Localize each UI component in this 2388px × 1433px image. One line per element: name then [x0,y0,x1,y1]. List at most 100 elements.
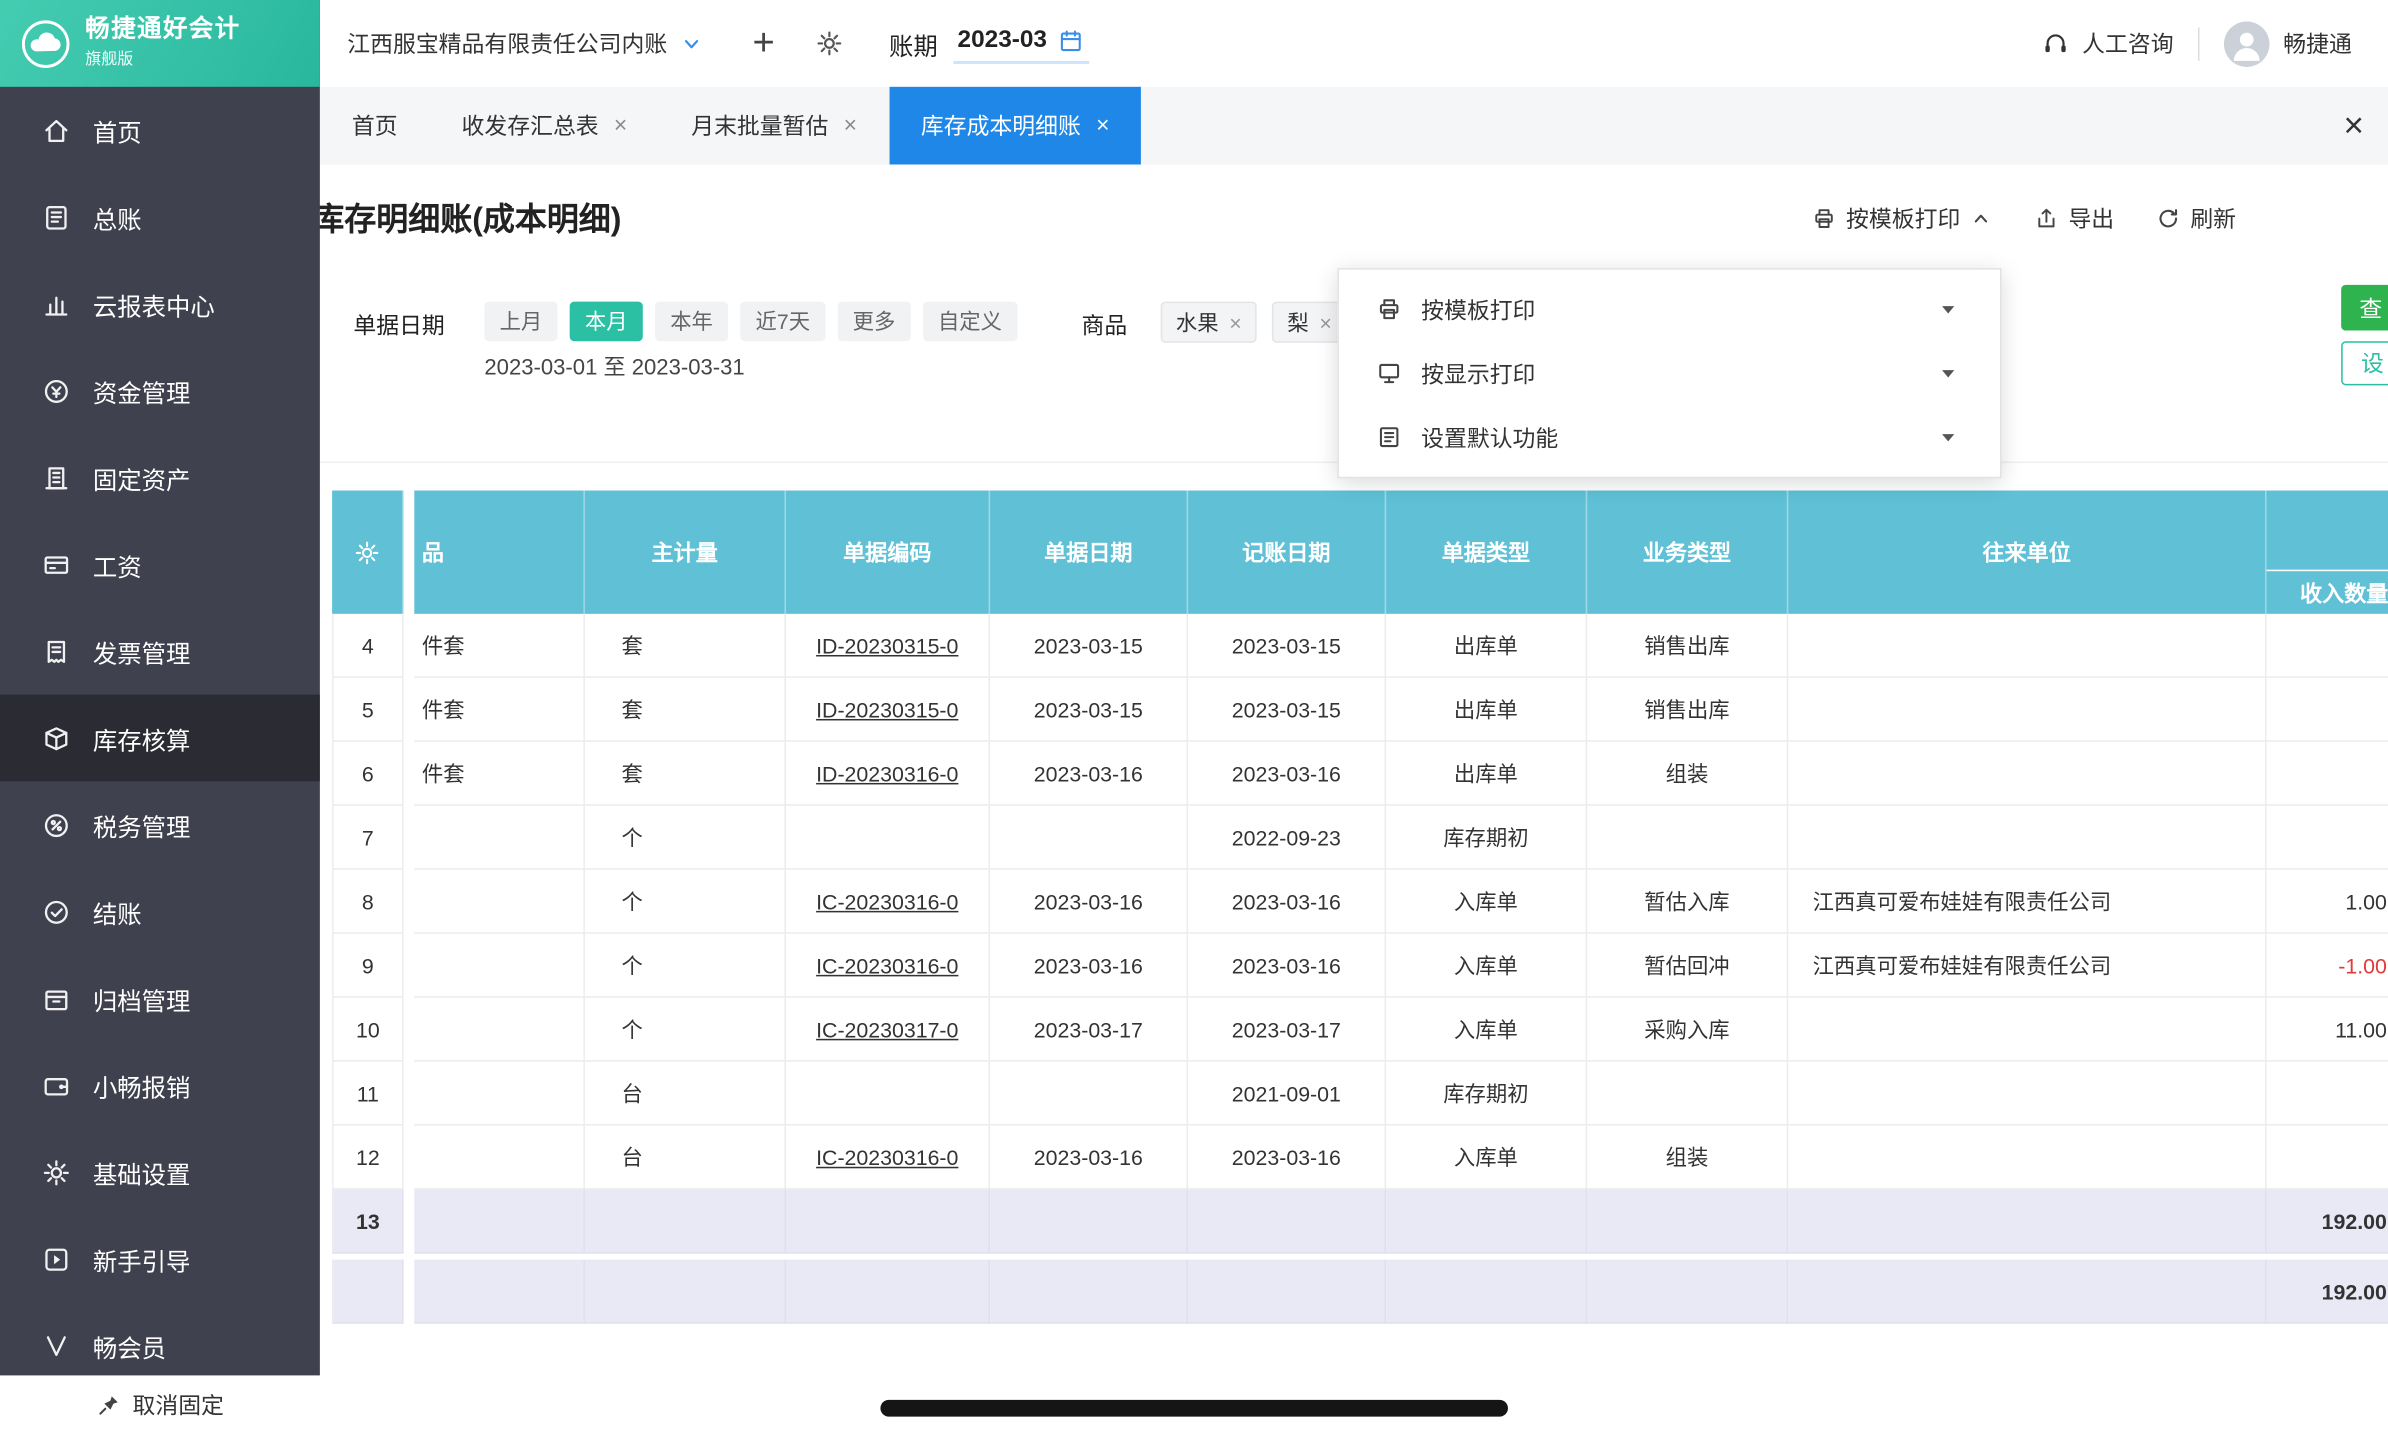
sidebar-item-cloud-report-center[interactable]: 云报表中心 [0,260,320,347]
unit-cell: 台 [584,1125,786,1190]
date-pill-more[interactable]: 更多 [837,301,911,342]
qty-in-cell: 11.00 [2266,998,2388,1062]
user-name[interactable]: 畅捷通 [2283,27,2352,59]
refresh-icon [2155,205,2181,231]
date-pill-this-year[interactable]: 本年 [654,301,729,342]
table-row[interactable]: 4 件套套 ID-20230315-0 2023-03-15 2023-03-15 出库单… [332,613,2388,678]
tag-remove-icon[interactable]: × [1319,310,1331,334]
caret-down-icon[interactable] [1936,425,1960,449]
table-row[interactable]: 10 个 IC-20230317-0 2023-03-17 2023-03-17 入库单采… [332,997,2388,1062]
settings-edge-button[interactable]: 设 [2341,341,2388,386]
caret-down-icon[interactable] [1936,361,1960,385]
horizontal-scrollbar[interactable] [880,1399,1508,1417]
tab-close-icon[interactable]: × [614,113,627,139]
doc-type-cell: 出库单 [1386,613,1588,678]
sidebar-item-basic-settings[interactable]: 基础设置 [0,1129,320,1216]
table-row[interactable]: 5 件套套 ID-20230315-0 2023-03-15 2023-03-15 出库单… [332,677,2388,742]
sidebar-item-home[interactable]: 首页 [0,87,320,174]
sidebar-item-label: 云报表中心 [92,294,215,321]
table-row[interactable]: 8 个 IC-20230316-0 2023-03-16 2023-03-16 入库单 暂估… [332,869,2388,934]
refresh-button[interactable]: 刷新 [2155,202,2236,234]
table-row[interactable]: 13 192.00 [332,1189,2388,1254]
product-cell [414,997,585,1062]
date-pill-prev-month[interactable]: 上月 [484,301,558,342]
column-settings-header[interactable] [332,490,404,614]
sidebar-item-general-ledger[interactable]: 总账 [0,174,320,261]
date-filter-label: 单据日期 [353,313,445,340]
sidebar-item-member[interactable]: 畅会员 [0,1302,320,1375]
header-unit[interactable]: 主计量 [584,490,786,614]
sidebar-item-inventory-accounting[interactable]: 库存核算 [0,694,320,782]
doc-code-cell[interactable]: IC-20230316-0 [785,1125,991,1190]
tab-month-end-estimate[interactable]: 月末批量暂估 × [659,87,889,165]
tab-inventory-cost-detail[interactable]: 库存成本明细账 × [888,86,1142,165]
avatar[interactable] [2223,20,2270,67]
caret-down-icon[interactable] [1936,297,1960,321]
row-number-cell: 10 [332,997,404,1062]
export-button[interactable]: 导出 [2033,202,2114,234]
date-pill-custom[interactable]: 自定义 [922,301,1018,342]
header-product[interactable]: 品 [414,490,585,614]
table-row[interactable]: 9 个 IC-20230316-0 2023-03-16 2023-03-16 入库单 暂估… [332,933,2388,998]
settings-gear-icon[interactable] [814,29,843,58]
doc-date-cell: 2023-03-15 [990,613,1189,678]
menu-item-set-default-function[interactable]: 设置默认功能 [1339,405,2000,469]
doc-date-cell: 2023-03-15 [990,677,1189,742]
table-row[interactable]: 11 台 2021-09-01 库存期初 [332,1061,2388,1126]
product-cell: 件套 [414,613,585,678]
doc-code-cell[interactable]: ID-20230315-0 [785,677,991,742]
sidebar-item-funds-management[interactable]: 资金管理 [0,347,320,434]
book-date-cell: 2023-03-15 [1188,613,1387,678]
header-partner[interactable]: 往来单位 [1788,490,2267,614]
support-link[interactable]: 人工咨询 [2082,27,2173,59]
print-by-template-button[interactable]: 按模板打印 [1811,202,1992,234]
header-book-date[interactable]: 记账日期 [1188,490,1387,614]
menu-item-print-by-display[interactable]: 按显示打印 [1339,341,2000,405]
unpin-label: 取消固定 [132,1392,224,1419]
company-selector[interactable]: 江西服宝精品有限责任公司内账 [347,27,703,59]
header-doc-date[interactable]: 单据日期 [990,490,1189,614]
doc-code-cell[interactable]: IC-20230317-0 [785,997,991,1062]
menu-item-print-by-template[interactable]: 按模板打印 [1339,277,2000,341]
frozen-gap-cell [403,677,415,742]
doc-code-cell[interactable]: ID-20230316-0 [785,741,991,806]
tab-home[interactable]: 首页 [320,87,430,165]
sidebar-item-invoice-management[interactable]: 发票管理 [0,608,320,695]
sidebar-item-label: 小畅报销 [92,1076,191,1103]
header-qty-in[interactable]: 收入数量 [2266,490,2388,614]
sidebar-item-salary[interactable]: 工资 [0,521,320,608]
sidebar-item-archive-management[interactable]: 归档管理 [0,955,320,1042]
doc-code-cell[interactable]: IC-20230316-0 [785,869,991,934]
tab-close-icon[interactable]: × [1096,113,1109,139]
date-pill-this-month[interactable]: 本月 [569,301,643,342]
table-row[interactable]: 7 个 2022-09-23 库存期初 [332,805,2388,870]
tab-close-icon[interactable]: × [844,113,857,139]
table-row[interactable]: 6 件套套 ID-20230316-0 2023-03-16 2023-03-16 出库单… [332,741,2388,806]
vip-icon [41,1331,71,1361]
query-button[interactable]: 查 [2341,284,2388,331]
app-window: 畅捷通好会计 旗舰版 首页 总账 云报表中心 资金管理 固定资产 工资 发票管理 库存核算 税务… [0,0,2388,1433]
header-doc-code[interactable]: 单据编码 [785,490,991,614]
header-biz-type[interactable]: 业务类型 [1587,490,1789,614]
sidebar-item-fixed-assets[interactable]: 固定资产 [0,434,320,521]
date-pill-last-7-days[interactable]: 近7天 [740,301,826,342]
doc-code-cell[interactable]: IC-20230316-0 [785,933,991,998]
header-doc-type[interactable]: 单据类型 [1386,490,1588,614]
sidebar-item-beginner-guide[interactable]: 新手引导 [0,1216,320,1303]
close-all-tabs-button[interactable]: × [2344,107,2364,143]
sidebar-item-closing[interactable]: 结账 [0,868,320,955]
sidebar-item-tax-management[interactable]: 税务管理 [0,781,320,868]
table-total-row[interactable]: 192.00 [332,1259,2388,1324]
sidebar-item-reimbursement[interactable]: 小畅报销 [0,1042,320,1129]
unpin-button[interactable]: 取消固定 [0,1375,320,1433]
tab-inout-summary[interactable]: 收发存汇总表 × [430,87,660,165]
period-picker[interactable]: 2023-03 [952,23,1090,64]
doc-date-cell [990,805,1189,870]
page-head: 库存明细账(成本明细) 按模板打印 导出 刷新 [312,164,2388,272]
doc-date-cell: 2023-03-16 [990,1125,1189,1190]
add-button[interactable]: + [752,24,774,62]
tag-remove-icon[interactable]: × [1229,310,1241,334]
sidebar-item-label: 发票管理 [92,642,191,668]
table-row[interactable]: 12 台 IC-20230316-0 2023-03-16 2023-03-16 入库单组… [332,1125,2388,1190]
doc-code-cell[interactable]: ID-20230315-0 [785,613,991,678]
